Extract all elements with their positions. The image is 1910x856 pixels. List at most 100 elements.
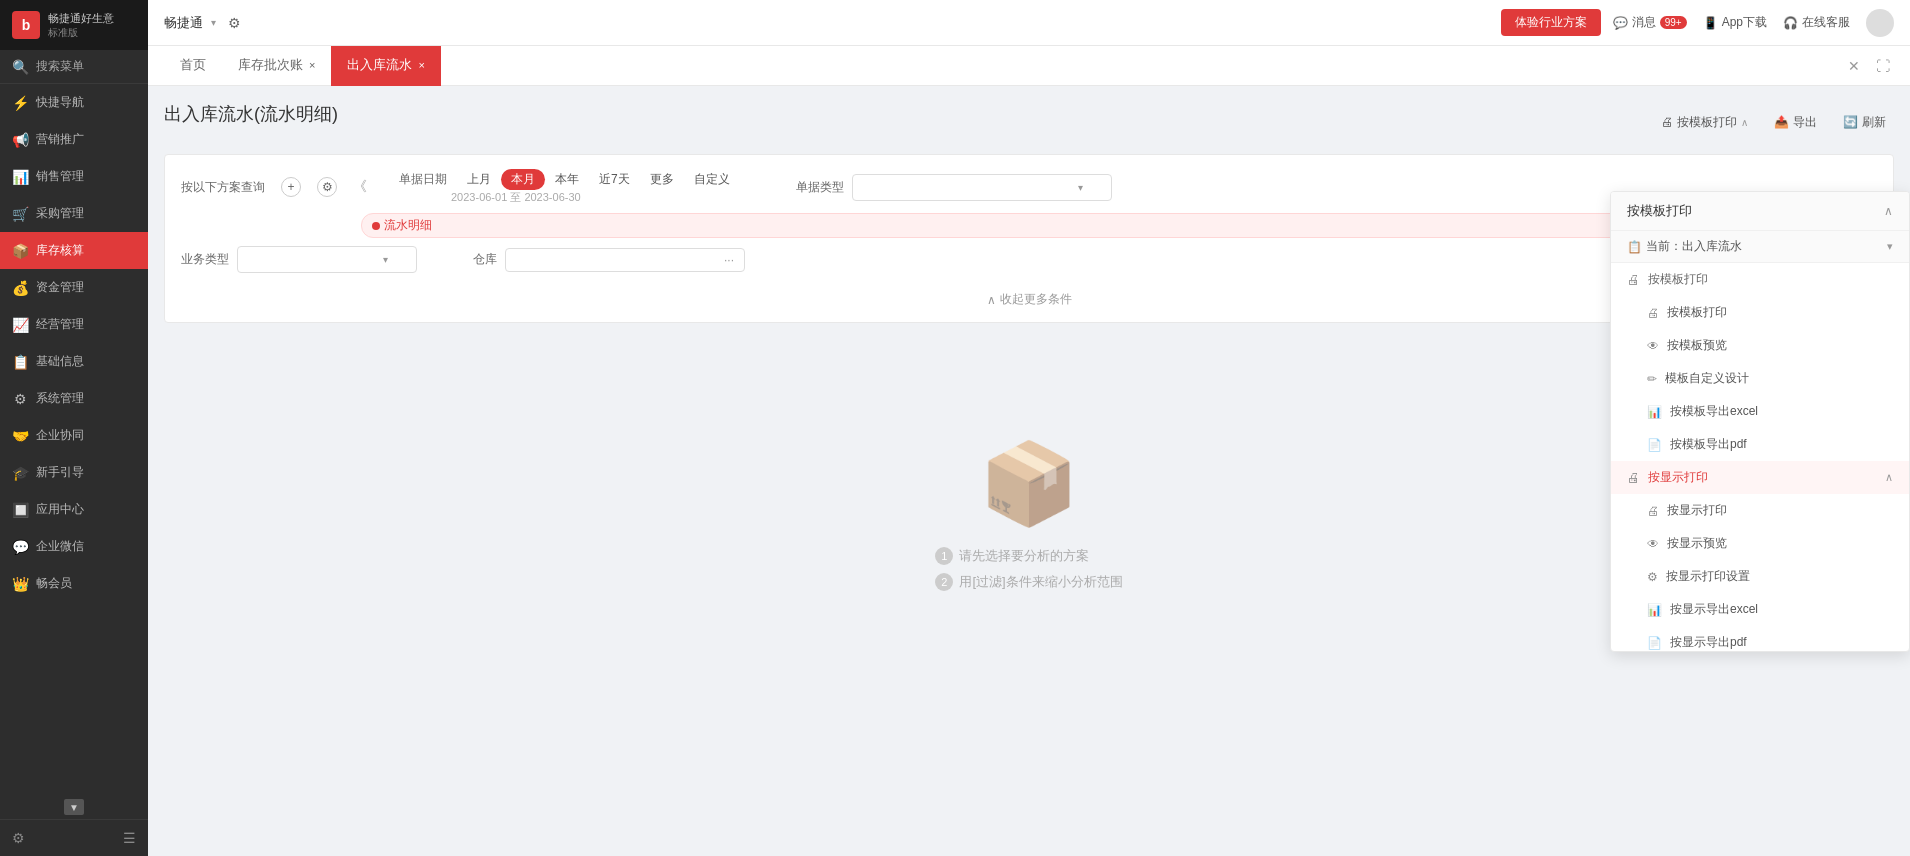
date-tab-7days[interactable]: 近7天	[589, 169, 640, 190]
refresh-btn[interactable]: 🔄 刷新	[1835, 110, 1894, 135]
dropdown-header: 按模板打印 ∧	[1611, 192, 1909, 231]
sidebar-item-search[interactable]: 🔍 搜索菜单	[0, 50, 148, 84]
filter-settings-btn[interactable]: ⚙	[317, 177, 337, 197]
dropdown-item-display-excel[interactable]: 📊 按显示导出excel	[1611, 593, 1909, 626]
sidebar-item-system[interactable]: ⚙ 系统管理	[0, 380, 148, 417]
display-settings-icon: ⚙	[1647, 570, 1658, 584]
filter-query-label: 按以下方案查询	[181, 179, 265, 196]
collab-icon: 🤝	[12, 428, 28, 444]
sidebar-item-sales[interactable]: 📊 销售管理	[0, 158, 148, 195]
printer-icon: 🖨	[1661, 115, 1673, 129]
empty-hints: 1 请先选择要分析的方案 2 用[过滤]条件来缩小分析范围	[935, 547, 1122, 591]
filter-add-btn[interactable]: +	[281, 177, 301, 197]
biz-type-select[interactable]: ▾	[237, 246, 417, 273]
sidebar-nav: ⚡ 快捷导航 📢 营销推广 📊 销售管理 🛒 采购管理 📦 库存核算 💰 资金管…	[0, 84, 148, 795]
dropdown-panel: 按模板打印 ∧ 📋 当前：出入库流水 ▾ 🖨 按模板打印 🖨 按模板打印	[1610, 191, 1910, 652]
search-icon: 🔍	[12, 59, 28, 75]
tab-batch[interactable]: 库存批次账 ×	[222, 46, 331, 86]
dropdown-item-display-settings[interactable]: ⚙ 按显示打印设置	[1611, 560, 1909, 593]
page-content: 出入库流水(流水明细) 🖨 按模板打印 ∧ 📤 导出 🔄 刷新	[148, 86, 1910, 856]
dropdown-item-display-preview[interactable]: 👁 按显示预览	[1611, 527, 1909, 560]
type-select[interactable]: ▾	[852, 174, 1112, 201]
current-arrow[interactable]: ▾	[1887, 240, 1893, 253]
sidebar-item-wechat[interactable]: 💬 企业微信	[0, 528, 148, 565]
display-pdf-icon: 📄	[1647, 636, 1662, 650]
dropdown-item-template-print[interactable]: 🖨 按模板打印	[1611, 296, 1909, 329]
sidebar-item-finance[interactable]: 💰 资金管理	[0, 269, 148, 306]
dropdown-current-row: 📋 当前：出入库流水 ▾	[1611, 231, 1909, 263]
business-icon: 📈	[12, 317, 28, 333]
topbar-gear-icon[interactable]: ⚙	[228, 15, 241, 31]
dropdown-item-display-print[interactable]: 🖨 按显示打印	[1611, 494, 1909, 527]
member-icon: 👑	[12, 576, 28, 592]
design-icon: ✏	[1647, 372, 1657, 386]
footer-settings-icon[interactable]: ⚙	[12, 830, 25, 846]
tab-flow-close[interactable]: ×	[418, 59, 424, 71]
tab-batch-close[interactable]: ×	[309, 59, 315, 71]
tab-close-all-icon[interactable]: ✕	[1844, 54, 1864, 78]
hint-1: 1 请先选择要分析的方案	[935, 547, 1122, 565]
message-btn[interactable]: 💬 消息 99+	[1613, 14, 1687, 31]
dropdown-item-template-custom[interactable]: ✏ 模板自定义设计	[1611, 362, 1909, 395]
date-tab-this-month[interactable]: 本月	[501, 169, 545, 190]
display-print-arrow: ∧	[1885, 471, 1893, 484]
dropdown-item-template-excel[interactable]: 📊 按模板导出excel	[1611, 395, 1909, 428]
dropdown-item-template-pdf[interactable]: 📄 按模板导出pdf	[1611, 428, 1909, 461]
system-icon: ⚙	[12, 391, 28, 407]
print-icon: 🖨	[1647, 306, 1659, 320]
app-download-btn[interactable]: 📱 App下载	[1703, 14, 1767, 31]
type-filter: 单据类型 ▾	[796, 174, 1112, 201]
dropdown-item-template-preview[interactable]: 👁 按模板预览	[1611, 329, 1909, 362]
sidebar-item-member[interactable]: 👑 畅会员	[0, 565, 148, 602]
export-btn[interactable]: 📤 导出	[1766, 110, 1825, 135]
apps-icon: 🔲	[12, 502, 28, 518]
sidebar-item-apps[interactable]: 🔲 应用中心	[0, 491, 148, 528]
footer-menu-icon[interactable]: ☰	[123, 830, 136, 846]
template-print-btn[interactable]: 🖨 按模板打印 ∧	[1653, 110, 1756, 135]
inventory-icon: 📦	[12, 243, 28, 259]
sidebar: b 畅捷通好生意 标准版 🔍 搜索菜单 ⚡ 快捷导航 📢 营销推广 📊 销售管理…	[0, 0, 148, 856]
excel-icon: 📊	[1647, 405, 1662, 419]
page-title: 出入库流水(流水明细)	[164, 102, 338, 126]
topbar-right: 💬 消息 99+ 📱 App下载 🎧 在线客服	[1613, 9, 1894, 37]
dropdown-section-display-print[interactable]: 🖨 按显示打印 ∧	[1611, 461, 1909, 494]
sidebar-item-marketing[interactable]: 📢 营销推广	[0, 121, 148, 158]
sidebar-logo: b 畅捷通好生意 标准版	[0, 0, 148, 50]
warehouse-input[interactable]: ···	[505, 248, 745, 272]
sidebar-item-inventory[interactable]: 📦 库存核算	[0, 232, 148, 269]
sidebar-scroll-down[interactable]: ▼	[0, 795, 148, 819]
tab-home[interactable]: 首页	[164, 46, 222, 86]
sidebar-item-guide[interactable]: 🎓 新手引导	[0, 454, 148, 491]
sidebar-item-purchase[interactable]: 🛒 采购管理	[0, 195, 148, 232]
trial-btn[interactable]: 体验行业方案	[1501, 9, 1601, 36]
dropdown-item-display-pdf[interactable]: 📄 按显示导出pdf	[1611, 626, 1909, 651]
date-tab-more[interactable]: 更多	[640, 169, 684, 190]
topbar: 畅捷通 ▾ ⚙ 体验行业方案 💬 消息 99+ 📱 App下载 🎧 在线客服	[148, 0, 1910, 46]
date-label: 单据日期	[399, 171, 447, 188]
tab-flow[interactable]: 出入库流水 ×	[331, 46, 440, 86]
tabbar: 首页 库存批次账 × 出入库流水 × ✕ ⛶	[148, 46, 1910, 86]
topbar-chevron[interactable]: ▾	[211, 17, 216, 28]
purchase-icon: 🛒	[12, 206, 28, 222]
date-tab-custom[interactable]: 自定义	[684, 169, 740, 190]
biz-type-select-arrow: ▾	[383, 254, 388, 265]
dropdown-collapse-icon[interactable]: ∧	[1884, 204, 1893, 218]
customer-service-btn[interactable]: 🎧 在线客服	[1783, 14, 1850, 31]
phone-icon: 📱	[1703, 16, 1718, 30]
date-tab-this-year[interactable]: 本年	[545, 169, 589, 190]
sidebar-item-quick-nav[interactable]: ⚡ 快捷导航	[0, 84, 148, 121]
display-print-section-icon: 🖨	[1627, 470, 1640, 485]
preview-icon: 👁	[1647, 339, 1659, 353]
avatar[interactable]	[1866, 9, 1894, 37]
hint-2: 2 用[过滤]条件来缩小分析范围	[935, 573, 1122, 591]
sidebar-item-collab[interactable]: 🤝 企业协同	[0, 417, 148, 454]
dropdown-section-template-print[interactable]: 🖨 按模板打印	[1611, 263, 1909, 296]
warehouse-filter: 仓库 ···	[473, 248, 745, 272]
filter-collapse-icon[interactable]: 《	[353, 178, 367, 196]
tab-expand-icon[interactable]: ⛶	[1872, 54, 1894, 78]
collapse-btn[interactable]: ∧ 收起更多条件	[987, 291, 1072, 308]
date-tab-last-month[interactable]: 上月	[457, 169, 501, 190]
sales-icon: 📊	[12, 169, 28, 185]
sidebar-item-business[interactable]: 📈 经营管理	[0, 306, 148, 343]
sidebar-item-basic[interactable]: 📋 基础信息	[0, 343, 148, 380]
